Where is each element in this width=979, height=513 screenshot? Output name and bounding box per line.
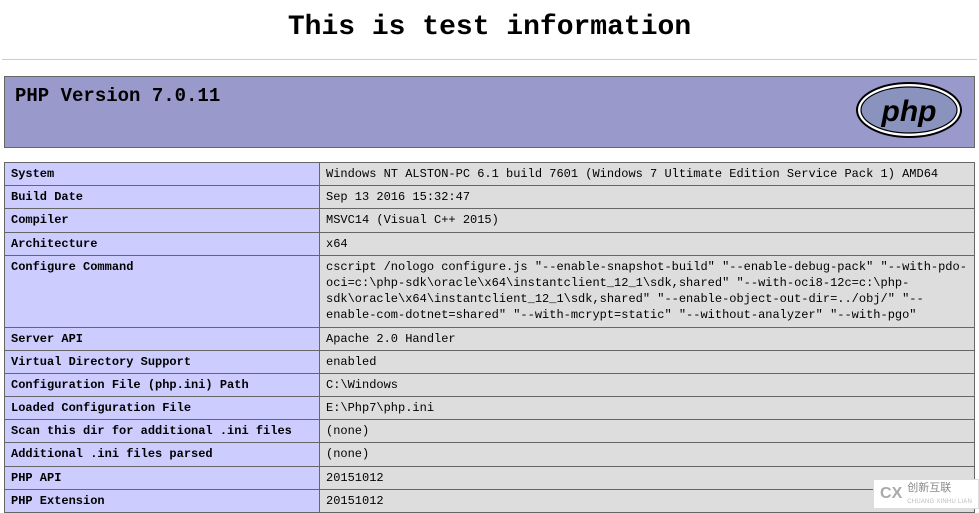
watermark-main: 创新互联 <box>907 482 951 494</box>
info-value: (none) <box>320 420 975 443</box>
svg-text:php: php <box>881 95 937 128</box>
table-row: PHP API20151012 <box>5 466 975 489</box>
php-version-label: PHP Version 7.0.11 <box>15 83 220 107</box>
table-row: Scan this dir for additional .ini files(… <box>5 420 975 443</box>
table-row: CompilerMSVC14 (Visual C++ 2015) <box>5 209 975 232</box>
info-value: Apache 2.0 Handler <box>320 327 975 350</box>
info-label: Loaded Configuration File <box>5 397 320 420</box>
info-label: Scan this dir for additional .ini files <box>5 420 320 443</box>
info-value: enabled <box>320 350 975 373</box>
divider <box>2 59 977 60</box>
info-value: x64 <box>320 232 975 255</box>
info-label: Configure Command <box>5 255 320 327</box>
info-value: Sep 13 2016 15:32:47 <box>320 186 975 209</box>
info-label: Configuration File (php.ini) Path <box>5 373 320 396</box>
table-row: Server APIApache 2.0 Handler <box>5 327 975 350</box>
info-label: PHP Extension <box>5 489 320 512</box>
info-value: (none) <box>320 443 975 466</box>
table-row: SystemWindows NT ALSTON-PC 6.1 build 760… <box>5 163 975 186</box>
info-label: System <box>5 163 320 186</box>
info-label: Server API <box>5 327 320 350</box>
page-title: This is test information <box>0 0 979 59</box>
table-row: Additional .ini files parsed(none) <box>5 443 975 466</box>
info-label: Virtual Directory Support <box>5 350 320 373</box>
info-label: Build Date <box>5 186 320 209</box>
info-label: Architecture <box>5 232 320 255</box>
watermark-sub: CHUANG XINHU LIAN <box>907 499 972 505</box>
info-label: Compiler <box>5 209 320 232</box>
watermark-text: 创新互联 CHUANG XINHU LIAN <box>907 482 972 506</box>
info-value: Windows NT ALSTON-PC 6.1 build 7601 (Win… <box>320 163 975 186</box>
table-row: Virtual Directory Supportenabled <box>5 350 975 373</box>
info-label: PHP API <box>5 466 320 489</box>
content-area: PHP Version 7.0.11 php SystemWindows NT … <box>0 76 979 513</box>
table-row: Configure Commandcscript /nologo configu… <box>5 255 975 327</box>
watermark-logo-icon: CX <box>880 485 902 503</box>
php-version-banner: PHP Version 7.0.11 php <box>4 76 975 148</box>
table-row: PHP Extension20151012 <box>5 489 975 512</box>
watermark: CX 创新互联 CHUANG XINHU LIAN <box>873 479 979 509</box>
info-value: MSVC14 (Visual C++ 2015) <box>320 209 975 232</box>
info-label: Additional .ini files parsed <box>5 443 320 466</box>
info-value: E:\Php7\php.ini <box>320 397 975 420</box>
table-row: Configuration File (php.ini) PathC:\Wind… <box>5 373 975 396</box>
info-value: cscript /nologo configure.js "--enable-s… <box>320 255 975 327</box>
info-value: C:\Windows <box>320 373 975 396</box>
table-row: Build DateSep 13 2016 15:32:47 <box>5 186 975 209</box>
php-logo-icon: php <box>854 81 964 144</box>
table-row: Architecturex64 <box>5 232 975 255</box>
phpinfo-table: SystemWindows NT ALSTON-PC 6.1 build 760… <box>4 162 975 513</box>
table-row: Loaded Configuration FileE:\Php7\php.ini <box>5 397 975 420</box>
